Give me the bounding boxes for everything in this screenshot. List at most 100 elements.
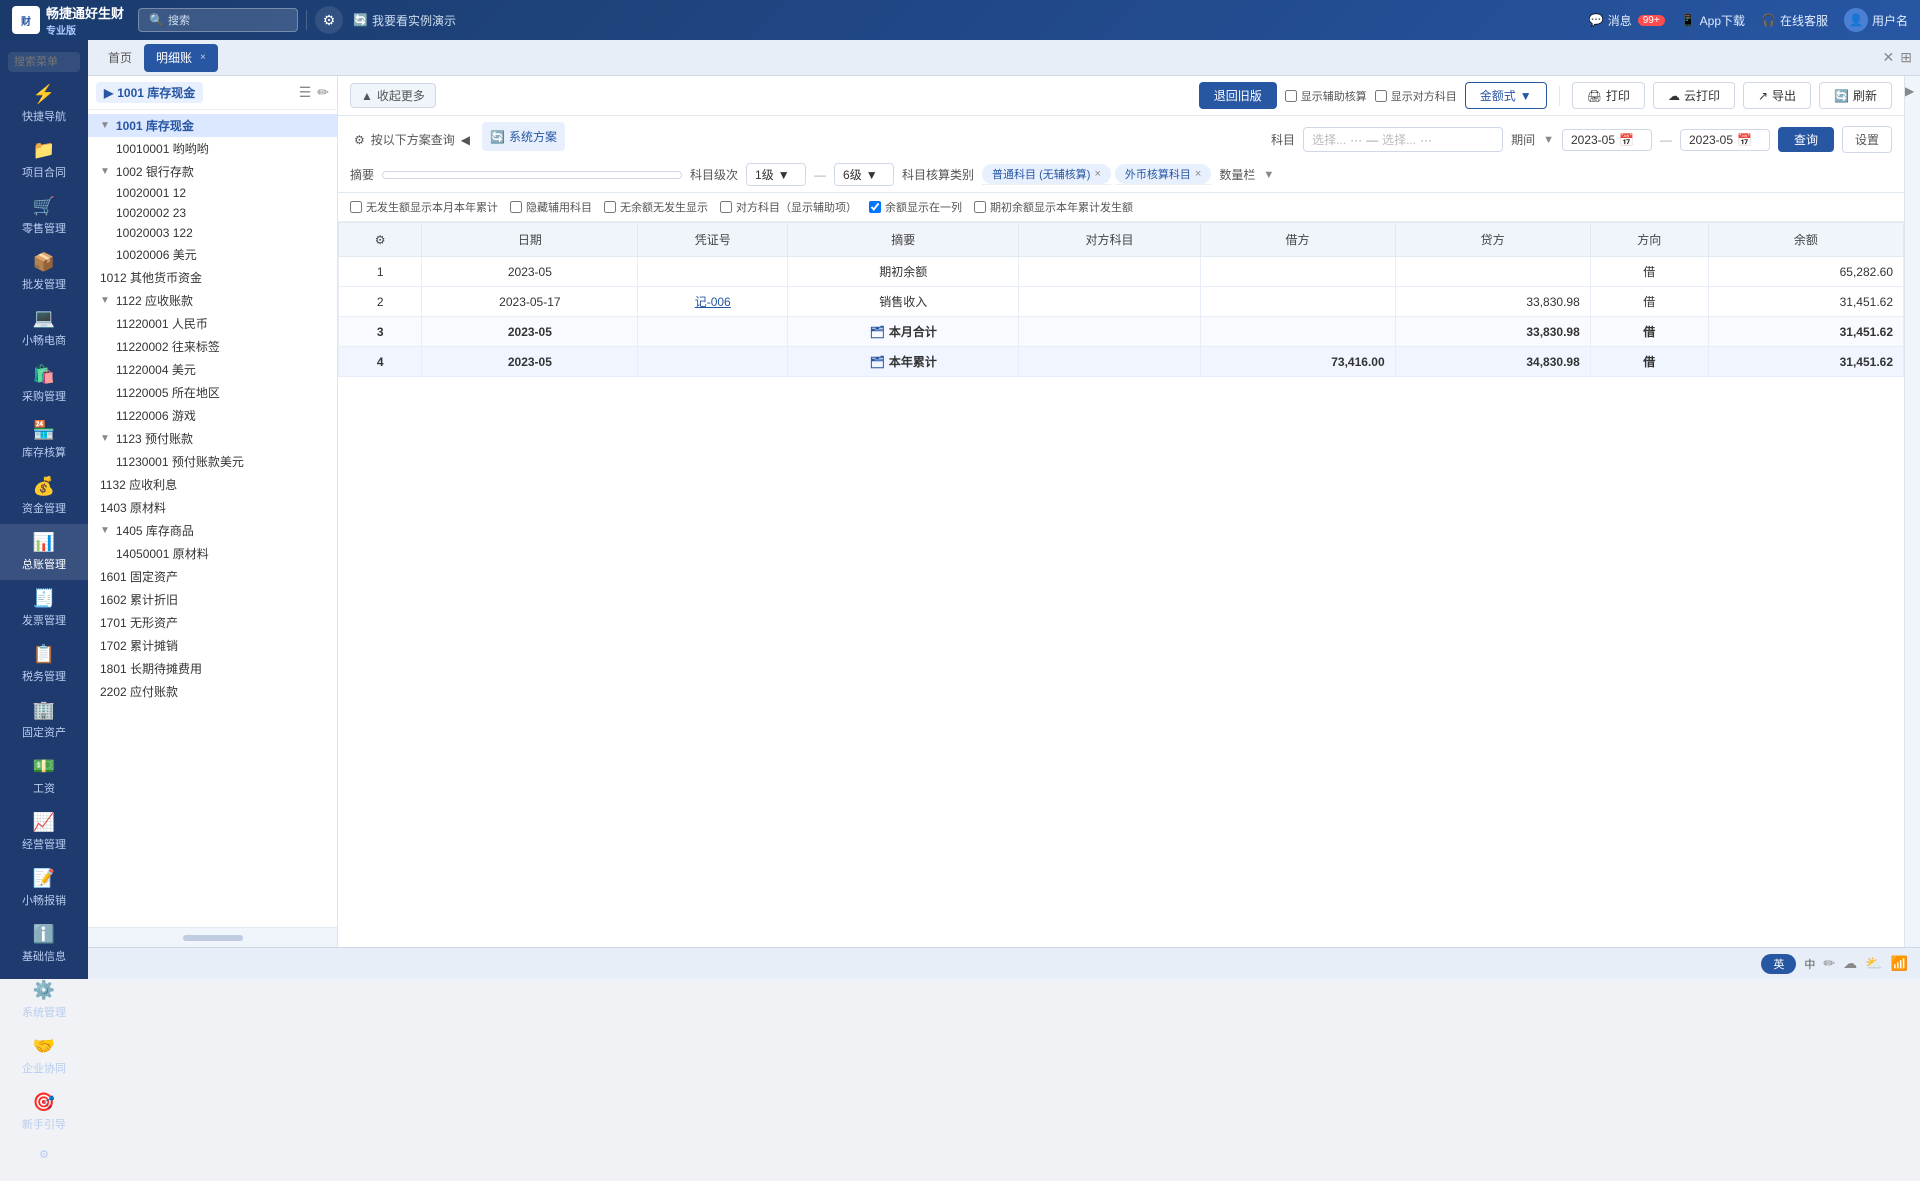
- print-btn[interactable]: 🖨 打印: [1572, 82, 1645, 109]
- user-avatar[interactable]: 👤 用户名: [1844, 8, 1908, 32]
- tree-item-1405[interactable]: ▼ 1405 库存商品: [88, 519, 337, 542]
- query-settings-btn[interactable]: 设置: [1842, 126, 1892, 153]
- tag-foreign[interactable]: 外币核算科目 ×: [1115, 164, 1211, 184]
- show-opposite-input[interactable]: [1375, 90, 1387, 102]
- tree-item-10020003[interactable]: 10020003 122: [88, 223, 337, 243]
- tab-close-all-icon[interactable]: ✕: [1883, 49, 1895, 66]
- demo-link[interactable]: 🔄 我要看实例演示: [353, 12, 456, 29]
- period-end-input[interactable]: 2023-05 📅: [1680, 129, 1770, 151]
- list-view-icon[interactable]: ☰: [299, 84, 312, 101]
- sidebar-item-salary[interactable]: 💵 工资: [0, 748, 88, 804]
- tree-item-1701[interactable]: 1701 无形资产: [88, 611, 337, 634]
- wifi-bottom-icon[interactable]: 📶: [1891, 955, 1908, 972]
- tree-item-1001[interactable]: ▼ 1001 库存现金: [88, 114, 337, 137]
- cb-hide-assist[interactable]: 隐藏辅用科目: [510, 199, 592, 215]
- show-assist-input[interactable]: [1285, 90, 1297, 102]
- cb-opposite-input[interactable]: [720, 201, 732, 213]
- tab-close-icon[interactable]: ×: [200, 52, 206, 63]
- quantity-chevron[interactable]: ▼: [1263, 169, 1274, 181]
- tree-item-1702[interactable]: 1702 累计摊销: [88, 634, 337, 657]
- return-old-btn[interactable]: 退回旧版: [1199, 82, 1277, 109]
- tab-maximize-icon[interactable]: ⊞: [1900, 49, 1912, 66]
- tree-item-1012[interactable]: 1012 其他货币资金: [88, 266, 337, 289]
- query-search-btn[interactable]: 查询: [1778, 127, 1834, 152]
- level-start-select[interactable]: 1级 ▼: [746, 163, 806, 186]
- export-btn[interactable]: ↗ 导出: [1743, 82, 1811, 109]
- sidebar-search-box[interactable]: [8, 52, 80, 72]
- sidebar-item-project[interactable]: 📁 项目合同: [0, 132, 88, 188]
- tree-item-11230001[interactable]: 11230001 预付账款美元: [88, 450, 337, 473]
- right-collapse-btn[interactable]: ▶: [1904, 76, 1920, 947]
- sidebar-item-wholesale[interactable]: 📦 批发管理: [0, 244, 88, 300]
- tree-item-14050001[interactable]: 14050001 原材料: [88, 542, 337, 565]
- sidebar-item-assets[interactable]: 🏢 固定资产: [0, 692, 88, 748]
- lang-switch-btn[interactable]: 英: [1761, 954, 1796, 974]
- amount-format-btn[interactable]: 金额式 ▼: [1465, 82, 1547, 109]
- tree-item-1122[interactable]: ▼ 1122 应收账款: [88, 289, 337, 312]
- settings-icon-btn[interactable]: ⚙: [315, 6, 343, 34]
- sidebar-item-inventory[interactable]: 🏪 库存核算: [0, 412, 88, 468]
- sidebar-item-capital[interactable]: 💰 资金管理: [0, 468, 88, 524]
- cb-hide-assist-input[interactable]: [510, 201, 522, 213]
- period-dropdown-icon[interactable]: ▼: [1543, 134, 1554, 146]
- sidebar-item-guide[interactable]: 🎯 新手引导: [0, 1084, 88, 1140]
- tree-item-10020002[interactable]: 10020002 23: [88, 203, 337, 223]
- sidebar-item-invoice[interactable]: 🧾 发票管理: [0, 580, 88, 636]
- sidebar-item-operations[interactable]: 📈 经营管理: [0, 804, 88, 860]
- tree-item-10010001[interactable]: 10010001 哟哟哟: [88, 137, 337, 160]
- tree-item-1602[interactable]: 1602 累计折旧: [88, 588, 337, 611]
- cb-no-occur-input[interactable]: [350, 201, 362, 213]
- tree-scroll-bar[interactable]: [88, 927, 337, 947]
- tree-item-1403[interactable]: 1403 原材料: [88, 496, 337, 519]
- filter-collapse-icon[interactable]: ◀: [461, 133, 470, 147]
- sidebar-item-basic[interactable]: ℹ️ 基础信息: [0, 916, 88, 972]
- sidebar-bottom-settings[interactable]: ⚙: [39, 1140, 49, 1181]
- tree-item-1123[interactable]: ▼ 1123 预付账款: [88, 427, 337, 450]
- tree-item-1601[interactable]: 1601 固定资产: [88, 565, 337, 588]
- show-opposite-checkbox[interactable]: 显示对方科目: [1375, 88, 1457, 104]
- sidebar-settings-icon[interactable]: ⚙: [39, 1140, 49, 1169]
- tab-ledger[interactable]: 明细账 ×: [144, 44, 218, 72]
- cloud-print-btn[interactable]: ☁ 云打印: [1653, 82, 1735, 109]
- tag-foreign-close[interactable]: ×: [1195, 168, 1201, 180]
- cb-no-balance-input[interactable]: [604, 201, 616, 213]
- account-tree-selected[interactable]: ▶ 1001 库存现金: [96, 82, 203, 103]
- sidebar-item-enterprise[interactable]: 🤝 企业协同: [0, 1028, 88, 1084]
- sidebar-item-reports[interactable]: 📝 小畅报销: [0, 860, 88, 916]
- sidebar-item-retail[interactable]: 🛒 零售管理: [0, 188, 88, 244]
- tree-item-11220006[interactable]: 11220006 游戏: [88, 404, 337, 427]
- online-service-btn[interactable]: 🎧 在线客服: [1761, 12, 1828, 29]
- tree-item-11220002[interactable]: 11220002 往来标签: [88, 335, 337, 358]
- tree-item-10020001[interactable]: 10020001 12: [88, 183, 337, 203]
- sidebar-item-ledger[interactable]: 📊 总账管理: [0, 524, 88, 580]
- tab-home[interactable]: 首页: [96, 44, 144, 72]
- summary-input[interactable]: [382, 171, 682, 179]
- collapse-more-btn[interactable]: ▲ 收起更多: [350, 83, 436, 108]
- cb-balance-one-col-input[interactable]: [869, 201, 881, 213]
- th-settings[interactable]: ⚙: [339, 223, 422, 257]
- cloud-bottom-icon[interactable]: ☁: [1843, 955, 1857, 972]
- level-end-select[interactable]: 6级 ▼: [834, 163, 894, 186]
- refresh-btn[interactable]: 🔄 刷新: [1819, 82, 1892, 109]
- cb-begin-balance-input[interactable]: [974, 201, 986, 213]
- sidebar-item-tax[interactable]: 📋 税务管理: [0, 636, 88, 692]
- sidebar-item-system[interactable]: ⚙️ 系统管理: [0, 972, 88, 1028]
- cloud2-bottom-icon[interactable]: ⛅: [1865, 955, 1882, 972]
- tree-item-2202[interactable]: 2202 应付账款: [88, 680, 337, 703]
- tree-item-11220001[interactable]: 11220001 人民币: [88, 312, 337, 335]
- period-start-input[interactable]: 2023-05 📅: [1562, 129, 1652, 151]
- tree-item-10020006[interactable]: 10020006 美元: [88, 243, 337, 266]
- tree-item-1801[interactable]: 1801 长期待摊费用: [88, 657, 337, 680]
- sidebar-item-quicknav[interactable]: ⚡ 快捷导航: [0, 76, 88, 132]
- subject-input[interactable]: 选择... ··· — 选择... ···: [1303, 127, 1503, 152]
- sidebar-item-purchase[interactable]: 🛍️ 采购管理: [0, 356, 88, 412]
- show-assist-checkbox[interactable]: 显示辅助核算: [1285, 88, 1367, 104]
- tree-item-11220005[interactable]: 11220005 所在地区: [88, 381, 337, 404]
- cb-begin-balance[interactable]: 期初余额显示本年累计发生额: [974, 199, 1133, 215]
- voucher-link-2[interactable]: 记-006: [695, 295, 731, 309]
- cb-opposite[interactable]: 对方科目（显示辅助项）: [720, 199, 857, 215]
- message-btn[interactable]: 💬 消息 99+: [1589, 12, 1665, 29]
- tree-item-1132[interactable]: 1132 应收利息: [88, 473, 337, 496]
- sidebar-search-input[interactable]: [8, 52, 80, 72]
- top-search-box[interactable]: 🔍 搜索: [138, 8, 298, 32]
